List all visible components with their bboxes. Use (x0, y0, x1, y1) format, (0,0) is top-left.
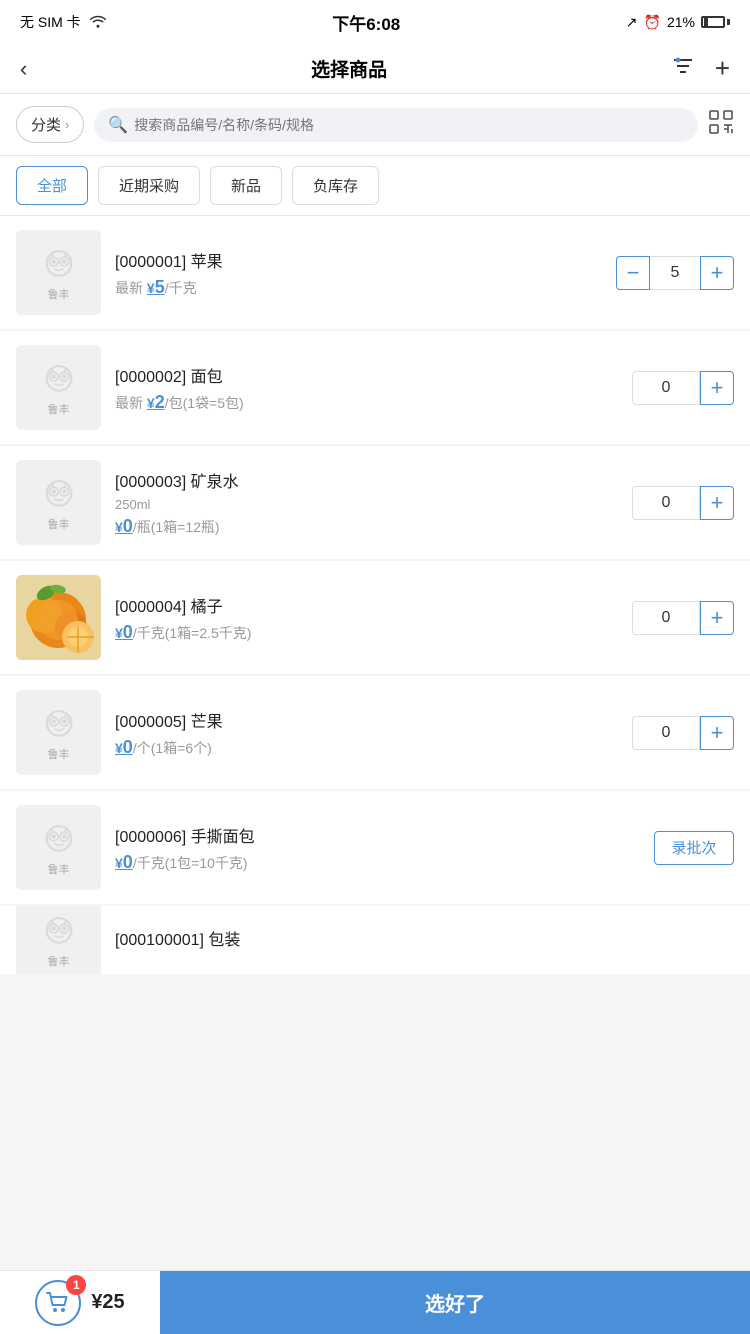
cart-icon-wrap[interactable]: 1 (35, 1280, 81, 1326)
cart-badge: 1 (66, 1275, 86, 1295)
product-image-0000003: 鲁丰 (16, 460, 101, 545)
qty-control-0000005: + (632, 716, 734, 750)
product-item-0000001: 鲁丰 [0000001] 苹果 最新 ¥5/千克 − + (0, 216, 750, 329)
battery-percent: 21% (667, 14, 695, 30)
carrier-text: 无 SIM 卡 (20, 12, 81, 32)
product-item-0000004: [0000004] 橘子 ¥0/千克(1箱=2.5千克) + (0, 561, 750, 674)
product-info-000100001: [000100001] 包装 (115, 926, 734, 955)
product-item-0000005: 鲁丰 [0000005] 芒果 ¥0/个(1箱=6个) + (0, 676, 750, 789)
search-container: 🔍 (94, 108, 698, 142)
battery-indicator (701, 16, 730, 28)
category-button[interactable]: 分类 › (16, 106, 84, 143)
product-info-0000003: [0000003] 矿泉水 250ml ¥0/瓶(1箱=12瓶) (115, 468, 618, 537)
product-info-0000005: [0000005] 芒果 ¥0/个(1箱=6个) (115, 708, 618, 758)
product-item-000100001: 鲁丰 [000100001] 包装 (0, 906, 750, 974)
page-title: 选择商品 (311, 55, 387, 82)
category-arrow-icon: › (65, 117, 69, 132)
qty-control-0000006: 录批次 (654, 831, 734, 865)
product-price-0000003: ¥0/瓶(1箱=12瓶) (115, 516, 618, 537)
product-item-0000002: 鲁丰 [0000002] 面包 最新 ¥2/包(1袋=5包) + (0, 331, 750, 444)
tab-recent[interactable]: 近期采购 (98, 166, 200, 205)
product-price-0000002: 最新 ¥2/包(1袋=5包) (115, 392, 618, 413)
location-icon: ↗ (626, 14, 638, 31)
product-name-000100001: [000100001] 包装 (115, 926, 734, 950)
status-left: 无 SIM 卡 (20, 12, 107, 32)
alarm-icon: ⏰ (644, 14, 661, 31)
product-info-0000006: [0000006] 手撕面包 ¥0/千克(1包=10千克) (115, 823, 640, 873)
add-button[interactable]: + (715, 53, 730, 84)
product-info-0000002: [0000002] 面包 最新 ¥2/包(1袋=5包) (115, 363, 618, 413)
product-name-0000002: [0000002] 面包 (115, 363, 618, 387)
status-bar: 无 SIM 卡 下午6:08 ↗ ⏰ 21% (0, 0, 750, 44)
product-name-0000001: [0000001] 苹果 (115, 248, 602, 272)
product-image-0000006: 鲁丰 (16, 805, 101, 890)
qty-increase-0000001[interactable]: + (700, 256, 734, 290)
search-input[interactable] (134, 117, 684, 133)
scan-icon[interactable] (708, 109, 734, 141)
qty-control-0000002: + (632, 371, 734, 405)
qty-control-0000004: + (632, 601, 734, 635)
product-price-0000006: ¥0/千克(1包=10千克) (115, 852, 640, 873)
product-image-0000002: 鲁丰 (16, 345, 101, 430)
product-spec-0000003: 250ml (115, 497, 618, 512)
cart-area: 1 ¥25 (0, 1271, 160, 1334)
qty-input-0000002[interactable] (632, 371, 700, 405)
nav-left: ‹ (20, 56, 27, 82)
batch-button-0000006[interactable]: 录批次 (654, 831, 734, 865)
tab-all[interactable]: 全部 (16, 166, 88, 205)
qty-input-0000001[interactable] (650, 256, 700, 290)
status-right: ↗ ⏰ 21% (626, 14, 730, 31)
qty-control-0000001: − + (616, 256, 734, 290)
qty-increase-0000005[interactable]: + (700, 716, 734, 750)
qty-decrease-0000001[interactable]: − (616, 256, 650, 290)
product-image-0000001: 鲁丰 (16, 230, 101, 315)
product-name-0000005: [0000005] 芒果 (115, 708, 618, 732)
product-image-000100001: 鲁丰 (16, 906, 101, 974)
status-time: 下午6:08 (332, 10, 400, 35)
wifi-icon (89, 14, 107, 31)
product-image-0000005: 鲁丰 (16, 690, 101, 775)
category-label: 分类 (31, 114, 61, 135)
tab-new[interactable]: 新品 (210, 166, 282, 205)
product-image-0000004 (16, 575, 101, 660)
tabs-bar: 全部 近期采购 新品 负库存 (0, 156, 750, 216)
back-button[interactable]: ‹ (20, 56, 27, 82)
product-list: 鲁丰 [0000001] 苹果 最新 ¥5/千克 − + (0, 216, 750, 974)
qty-control-0000003: + (632, 486, 734, 520)
product-item-0000003: 鲁丰 [0000003] 矿泉水 250ml ¥0/瓶(1箱=12瓶) + (0, 446, 750, 559)
product-info-0000004: [0000004] 橘子 ¥0/千克(1箱=2.5千克) (115, 593, 618, 643)
qty-increase-0000002[interactable]: + (700, 371, 734, 405)
product-info-0000001: [0000001] 苹果 最新 ¥5/千克 (115, 248, 602, 298)
product-price-0000004: ¥0/千克(1箱=2.5千克) (115, 622, 618, 643)
filter-bar: 分类 › 🔍 (0, 94, 750, 156)
cart-total-price: ¥25 (91, 1291, 124, 1314)
filter-icon[interactable] (671, 54, 695, 84)
qty-input-0000005[interactable] (632, 716, 700, 750)
bottom-bar: 1 ¥25 选好了 (0, 1270, 750, 1334)
product-price-0000005: ¥0/个(1箱=6个) (115, 737, 618, 758)
product-item-0000006: 鲁丰 [0000006] 手撕面包 ¥0/千克(1包=10千克) 录批次 (0, 791, 750, 904)
product-name-0000003: [0000003] 矿泉水 (115, 468, 618, 492)
product-name-0000006: [0000006] 手撕面包 (115, 823, 640, 847)
nav-bar: ‹ 选择商品 + (0, 44, 750, 94)
qty-increase-0000004[interactable]: + (700, 601, 734, 635)
qty-increase-0000003[interactable]: + (700, 486, 734, 520)
nav-right: + (671, 53, 730, 84)
product-price-0000001: 最新 ¥5/千克 (115, 277, 602, 298)
confirm-button[interactable]: 选好了 (160, 1271, 750, 1334)
tab-negative[interactable]: 负库存 (292, 166, 379, 205)
qty-input-0000003[interactable] (632, 486, 700, 520)
search-icon: 🔍 (108, 115, 128, 135)
qty-input-0000004[interactable] (632, 601, 700, 635)
product-name-0000004: [0000004] 橘子 (115, 593, 618, 617)
